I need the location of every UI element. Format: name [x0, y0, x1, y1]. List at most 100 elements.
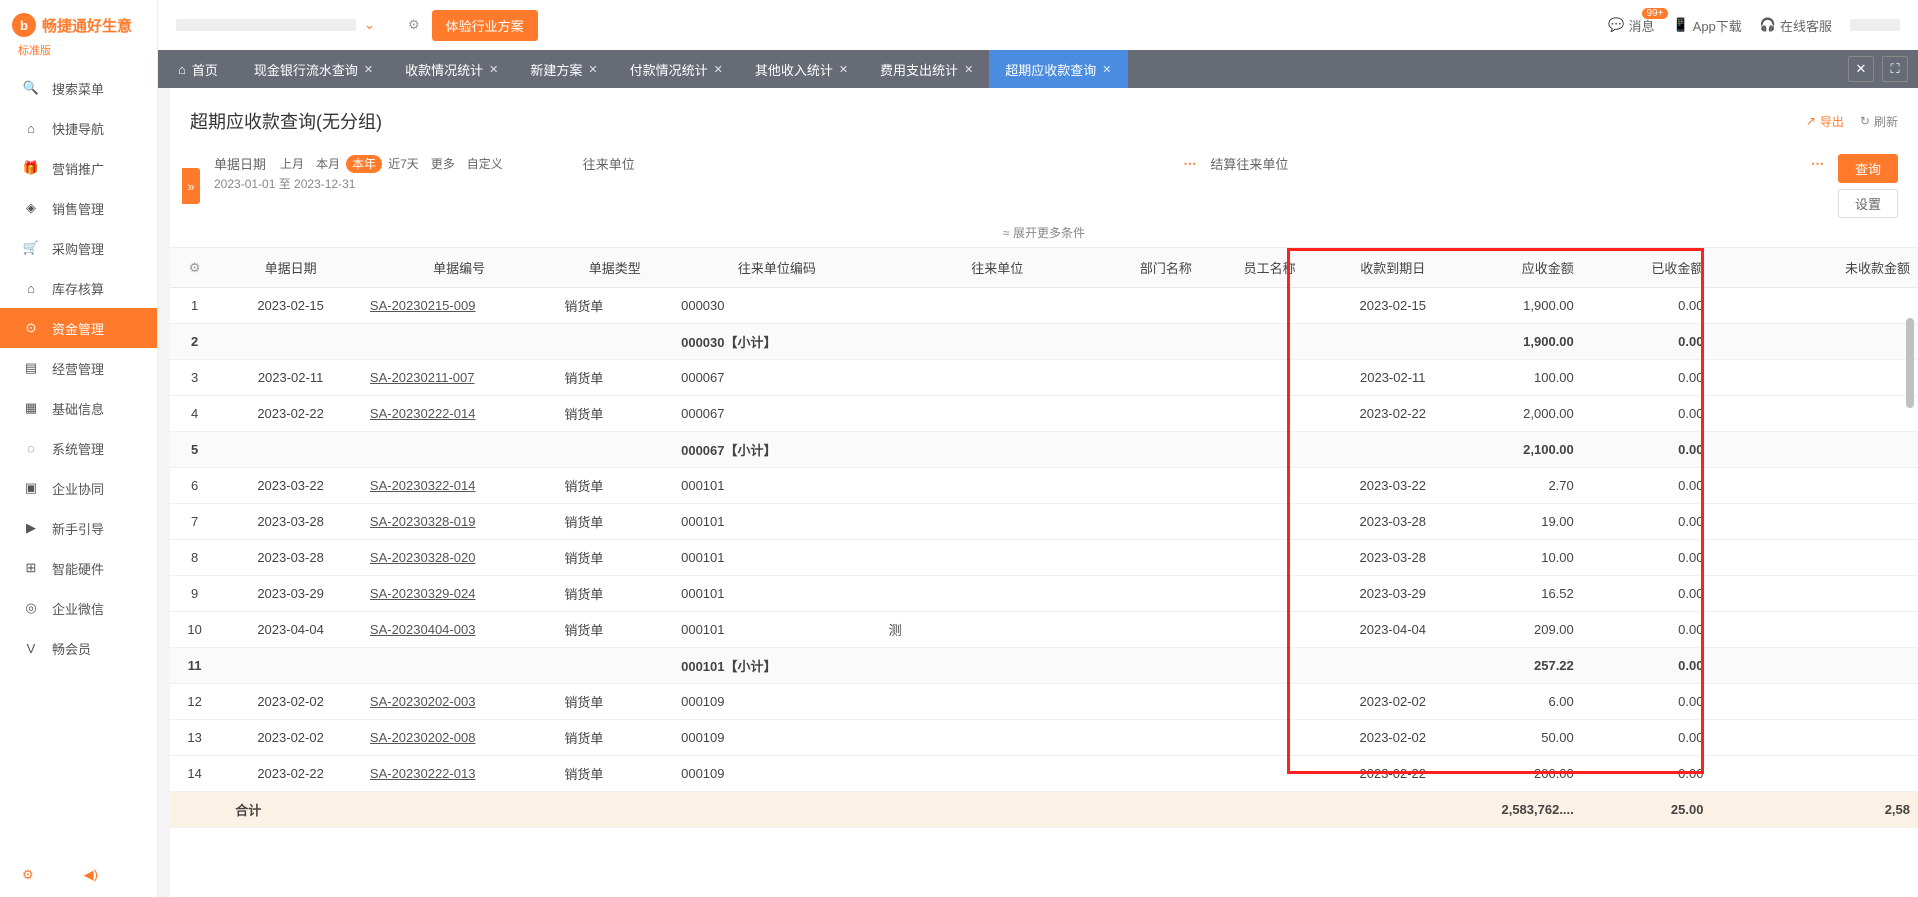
close-icon[interactable]: ✕: [839, 63, 848, 76]
docno-link[interactable]: SA-20230222-013: [370, 766, 476, 781]
table-row[interactable]: 6 2023-03-22 SA-20230322-014 销货单 000101 …: [170, 468, 1918, 504]
tab-item[interactable]: 付款情况统计✕: [614, 50, 739, 88]
settings-button[interactable]: 设置: [1838, 189, 1898, 218]
nav-item-info[interactable]: ▦基础信息: [0, 388, 157, 428]
table-row[interactable]: 9 2023-03-29 SA-20230329-024 销货单 000101 …: [170, 576, 1918, 612]
docno-link[interactable]: SA-20230202-008: [370, 730, 476, 745]
close-icon[interactable]: ✕: [364, 63, 373, 76]
settle-picker-icon[interactable]: ⋯: [1811, 156, 1824, 172]
tab-item[interactable]: 费用支出统计✕: [864, 50, 989, 88]
table-row[interactable]: 4 2023-02-22 SA-20230222-014 销货单 000067 …: [170, 396, 1918, 432]
org-settings-icon[interactable]: ⚙: [408, 17, 420, 33]
collapse-sidebar-icon[interactable]: ◀): [84, 867, 98, 883]
th-date[interactable]: 单据日期: [219, 248, 362, 288]
docno-link[interactable]: SA-20230404-003: [370, 622, 476, 637]
docno-link[interactable]: SA-20230215-009: [370, 298, 476, 313]
fullscreen-button[interactable]: ⛶: [1882, 56, 1908, 82]
app-download-link[interactable]: 📱 App下载: [1672, 16, 1741, 35]
table-row[interactable]: 3 2023-02-11 SA-20230211-007 销货单 000067 …: [170, 360, 1918, 396]
table-row[interactable]: 13 2023-02-02 SA-20230202-008 销货单 000109…: [170, 720, 1918, 756]
th-dept[interactable]: 部门名称: [1114, 248, 1218, 288]
cell-unpaid: [1775, 324, 1918, 360]
close-icon[interactable]: ✕: [714, 63, 723, 76]
nav-item-member[interactable]: V畅会员: [0, 628, 157, 668]
table-row[interactable]: 14 2023-02-22 SA-20230222-013 销货单 000109…: [170, 756, 1918, 792]
nav-item-tag[interactable]: ◈销售管理: [0, 188, 157, 228]
tab-item[interactable]: 其他收入统计✕: [739, 50, 864, 88]
tab-home[interactable]: ⌂ 首页: [158, 50, 238, 88]
tab-item[interactable]: 超期应收款查询✕: [989, 50, 1127, 88]
nav-item-guide[interactable]: ▶新手引导: [0, 508, 157, 548]
nav-item-home[interactable]: ⌂快捷导航: [0, 108, 157, 148]
expand-conditions[interactable]: ≈ 展开更多条件: [170, 218, 1918, 248]
vertical-scrollbar[interactable]: [1906, 318, 1914, 408]
tab-item[interactable]: 现金银行流水查询✕: [238, 50, 389, 88]
date-preset[interactable]: 近7天: [382, 155, 425, 173]
customer-service-link[interactable]: 🎧 在线客服: [1760, 16, 1832, 35]
nav-item-collab[interactable]: ▣企业协同: [0, 468, 157, 508]
user-avatar[interactable]: [1850, 19, 1900, 31]
unit-picker-icon[interactable]: ⋯: [1183, 156, 1196, 172]
cell-date: [219, 324, 362, 360]
docno-link[interactable]: SA-20230329-024: [370, 586, 476, 601]
cell-unit: [881, 360, 1114, 396]
th-received[interactable]: 已收金额: [1594, 248, 1724, 288]
unit-filter[interactable]: 往来单位 ⋯: [583, 154, 1197, 173]
subtotal-row[interactable]: 5 000067【小计】 2,100.00 0.00: [170, 432, 1918, 468]
subtotal-row[interactable]: 2 000030【小计】 1,900.00 0.00: [170, 324, 1918, 360]
th-code[interactable]: 往来单位编码: [673, 248, 880, 288]
th-type[interactable]: 单据类型: [556, 248, 673, 288]
table-settings-icon[interactable]: ⚙: [189, 260, 201, 275]
table-wrapper[interactable]: ⚙ 单据日期 单据编号 单据类型 往来单位编码 往来单位 部门名称 员工名称 收…: [170, 248, 1918, 897]
cell-unpaid: [1775, 756, 1918, 792]
nav-item-money[interactable]: ⊙资金管理: [0, 308, 157, 348]
subtotal-row[interactable]: 11 000101【小计】 257.22 0.00: [170, 648, 1918, 684]
tab-item[interactable]: 收款情况统计✕: [389, 50, 514, 88]
close-icon[interactable]: ✕: [964, 63, 973, 76]
nav-item-wechat[interactable]: ◎企业微信: [0, 588, 157, 628]
query-button[interactable]: 查询: [1838, 154, 1898, 183]
th-unit[interactable]: 往来单位: [881, 248, 1114, 288]
date-preset[interactable]: 本月: [310, 155, 346, 173]
th-due[interactable]: 收款到期日: [1321, 248, 1464, 288]
export-button[interactable]: ↗ 导出: [1806, 113, 1844, 130]
table-row[interactable]: 7 2023-03-28 SA-20230328-019 销货单 000101 …: [170, 504, 1918, 540]
date-preset[interactable]: 上月: [274, 155, 310, 173]
close-all-tabs-button[interactable]: ✕: [1848, 56, 1874, 82]
filter-collapse-toggle[interactable]: »: [182, 168, 200, 204]
settings-gear-icon[interactable]: ⚙: [22, 867, 34, 883]
org-selector[interactable]: ⌄: [176, 17, 396, 33]
nav-item-hardware[interactable]: ⊞智能硬件: [0, 548, 157, 588]
nav-item-report[interactable]: ▤经营管理: [0, 348, 157, 388]
nav-item-gift[interactable]: 🎁营销推广: [0, 148, 157, 188]
nav-item-system[interactable]: ◌系统管理: [0, 428, 157, 468]
table-row[interactable]: 12 2023-02-02 SA-20230202-003 销货单 000109…: [170, 684, 1918, 720]
docno-link[interactable]: SA-20230322-014: [370, 478, 476, 493]
refresh-button[interactable]: ↻ 刷新: [1860, 113, 1898, 130]
docno-link[interactable]: SA-20230222-014: [370, 406, 476, 421]
settle-unit-filter[interactable]: 结算往来单位 ⋯: [1210, 154, 1824, 173]
table-row[interactable]: 10 2023-04-04 SA-20230404-003 销货单 000101…: [170, 612, 1918, 648]
close-icon[interactable]: ✕: [588, 63, 597, 76]
th-docno[interactable]: 单据编号: [362, 248, 557, 288]
close-icon[interactable]: ✕: [1102, 63, 1111, 76]
docno-link[interactable]: SA-20230202-003: [370, 694, 476, 709]
th-emp[interactable]: 员工名称: [1218, 248, 1322, 288]
nav-item-cart[interactable]: 🛒采购管理: [0, 228, 157, 268]
date-preset[interactable]: 本年: [346, 155, 382, 173]
th-receivable[interactable]: 应收金额: [1464, 248, 1594, 288]
docno-link[interactable]: SA-20230328-020: [370, 550, 476, 565]
th-unpaid[interactable]: 未收款金额: [1775, 248, 1918, 288]
date-preset[interactable]: 自定义: [461, 155, 509, 173]
trial-button[interactable]: 体验行业方案: [432, 10, 538, 41]
date-preset[interactable]: 更多: [425, 155, 461, 173]
messages-link[interactable]: 💬 消息 99+: [1608, 16, 1654, 35]
nav-item-search[interactable]: 🔍搜索菜单: [0, 68, 157, 108]
close-icon[interactable]: ✕: [489, 63, 498, 76]
table-row[interactable]: 1 2023-02-15 SA-20230215-009 销货单 000030 …: [170, 288, 1918, 324]
docno-link[interactable]: SA-20230211-007: [370, 370, 475, 385]
table-row[interactable]: 8 2023-03-28 SA-20230328-020 销货单 000101 …: [170, 540, 1918, 576]
nav-item-warehouse[interactable]: ⌂库存核算: [0, 268, 157, 308]
docno-link[interactable]: SA-20230328-019: [370, 514, 476, 529]
tab-item[interactable]: 新建方案✕: [514, 50, 613, 88]
